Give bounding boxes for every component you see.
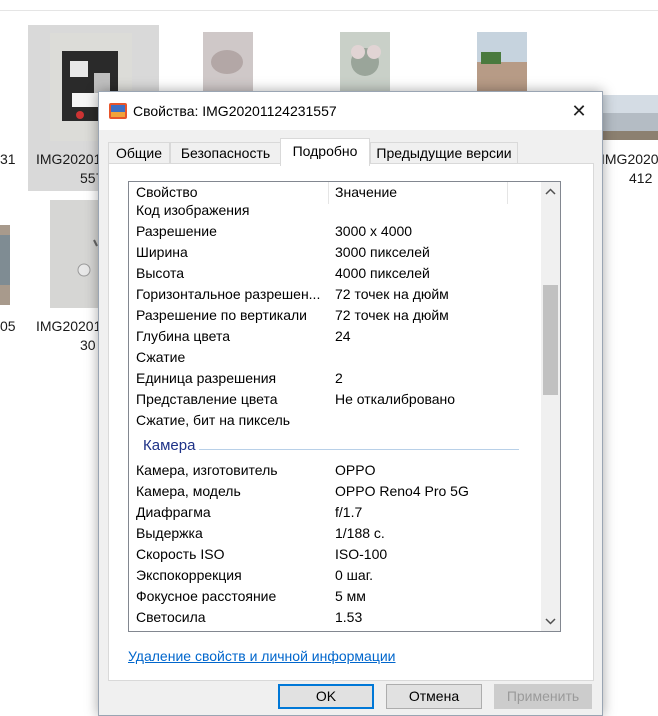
thumbnail-image[interactable] xyxy=(601,95,658,140)
property-value: OPPO Reno4 Pro 5G xyxy=(335,483,469,499)
thumbnail-image[interactable] xyxy=(477,32,527,94)
property-name: Экспокоррекция xyxy=(136,567,242,583)
cancel-button[interactable]: Отмена xyxy=(386,684,482,709)
column-header-value[interactable]: Значение xyxy=(335,184,397,200)
column-divider[interactable] xyxy=(328,182,329,200)
list-item[interactable]: Код изображения xyxy=(129,200,539,221)
property-value: 72 точек на дюйм xyxy=(335,286,449,302)
list-item[interactable]: Светосила 1.53 xyxy=(129,607,539,628)
list-item[interactable]: Камера, изготовитель OPPO xyxy=(129,460,539,481)
property-list[interactable]: Свойство Значение Код изображения Разреш… xyxy=(128,181,561,632)
thumbnail-image[interactable] xyxy=(203,32,253,94)
list-header-overlay: Свойство Значение xyxy=(129,182,539,200)
details-panel: Свойство Значение Код изображения Разреш… xyxy=(108,163,594,681)
tab-general[interactable]: Общие xyxy=(108,142,170,164)
scroll-thumb[interactable] xyxy=(543,285,558,395)
close-icon: ✕ xyxy=(571,100,587,121)
property-name: Представление цвета xyxy=(136,391,278,407)
close-button[interactable]: ✕ xyxy=(556,92,602,130)
list-item[interactable]: Сжатие xyxy=(129,347,539,368)
title-bar[interactable]: Свойства: IMG20201124231557 ✕ xyxy=(99,92,602,130)
property-value: Не откалибровано xyxy=(335,391,456,407)
explorer-toolbar-edge xyxy=(0,0,658,11)
remove-properties-link[interactable]: Удаление свойств и личной информации xyxy=(128,648,396,664)
chevron-down-icon xyxy=(545,618,556,625)
property-value: 24 xyxy=(335,328,351,344)
property-name: Разрешение по вертикали xyxy=(136,307,307,323)
thumbnail-image[interactable] xyxy=(0,225,10,305)
property-value: ISO-100 xyxy=(335,546,388,562)
chevron-up-icon xyxy=(545,188,556,195)
list-item[interactable]: Высота 4000 пикселей xyxy=(129,263,539,284)
property-value: 1.53 xyxy=(335,609,363,625)
column-header-property[interactable]: Свойство xyxy=(136,184,197,200)
list-item[interactable]: Выдержка 1/188 с. xyxy=(129,523,539,544)
property-name: Светосила xyxy=(136,609,206,625)
file-name-line2: 30 xyxy=(80,337,96,353)
property-name: Камера, модель xyxy=(136,483,241,499)
apply-button[interactable]: Применить xyxy=(494,684,592,709)
property-value: 2 xyxy=(335,370,343,386)
list-item[interactable]: Камера, модель OPPO Reno4 Pro 5G xyxy=(129,481,539,502)
ok-button[interactable]: OK xyxy=(278,684,374,709)
property-value: 3000 x 4000 xyxy=(335,223,413,239)
property-name: Скорость ISO xyxy=(136,546,225,562)
properties-dialog: Свойства: IMG20201124231557 ✕ Общие Безо… xyxy=(98,91,603,716)
file-name-line2: 412 xyxy=(629,170,653,186)
list-item[interactable]: Горизонтальное разрешен... 72 точек на д… xyxy=(129,284,539,305)
property-value: 1/188 с. xyxy=(335,525,385,541)
property-value: 72 точек на дюйм xyxy=(335,307,449,323)
tab-previous-versions[interactable]: Предыдущие версии xyxy=(370,142,518,164)
property-value: 0 шаг. xyxy=(335,567,373,583)
group-header-camera[interactable]: Камера xyxy=(129,437,539,461)
list-item[interactable]: Диафрагма f/1.7 xyxy=(129,502,539,523)
list-item[interactable]: Фокусное расстояние 5 мм xyxy=(129,586,539,607)
property-name: Ширина xyxy=(136,244,188,260)
property-name: Диафрагма xyxy=(136,504,211,520)
group-divider xyxy=(199,449,519,450)
list-item[interactable]: Разрешение 3000 x 4000 xyxy=(129,221,539,242)
vertical-scrollbar[interactable] xyxy=(541,182,560,631)
list-item[interactable]: Скорость ISO ISO-100 xyxy=(129,544,539,565)
property-value: OPPO xyxy=(335,462,376,478)
property-name: Фокусное расстояние xyxy=(136,588,277,604)
list-item[interactable]: Представление цвета Не откалибровано xyxy=(129,389,539,410)
group-label: Камера xyxy=(143,437,196,454)
property-value: 5 мм xyxy=(335,588,366,604)
property-name: Разрешение xyxy=(136,223,217,239)
property-name: Глубина цвета xyxy=(136,328,231,344)
property-value: f/1.7 xyxy=(335,504,363,520)
property-name: Камера, изготовитель xyxy=(136,462,278,478)
image-file-icon xyxy=(109,102,127,120)
file-name-partial[interactable]: 05 xyxy=(0,317,16,336)
property-name: Сжатие, бит на пиксель xyxy=(136,412,291,428)
list-item[interactable]: Ширина 3000 пикселей xyxy=(129,242,539,263)
thumbnail-image[interactable] xyxy=(340,32,390,94)
dialog-title: Свойства: IMG20201124231557 xyxy=(133,103,337,119)
list-item[interactable]: Разрешение по вертикали 72 точек на дюйм xyxy=(129,305,539,326)
list-item[interactable]: Сжатие, бит на пиксель xyxy=(129,410,539,431)
property-value: 3000 пикселей xyxy=(335,244,430,260)
file-name-line1: IMG202011 xyxy=(601,151,658,167)
scroll-down-button[interactable] xyxy=(541,612,560,631)
property-name: Код изображения xyxy=(136,202,250,218)
file-name-partial[interactable]: 31 xyxy=(0,150,16,169)
list-item[interactable]: Экспокоррекция 0 шаг. xyxy=(129,565,539,586)
property-name: Горизонтальное разрешен... xyxy=(136,286,321,302)
property-name: Единица разрешения xyxy=(136,370,277,386)
property-name: Высота xyxy=(136,265,185,281)
list-item[interactable]: Глубина цвета 24 xyxy=(129,326,539,347)
property-name: Выдержка xyxy=(136,525,203,541)
property-name: Сжатие xyxy=(136,349,186,365)
tab-details[interactable]: Подробно xyxy=(280,138,370,166)
scroll-up-button[interactable] xyxy=(541,182,560,201)
list-item[interactable]: Единица разрешения 2 xyxy=(129,368,539,389)
tab-security[interactable]: Безопасность xyxy=(170,142,281,164)
column-divider[interactable] xyxy=(507,182,508,200)
property-value: 4000 пикселей xyxy=(335,265,430,281)
